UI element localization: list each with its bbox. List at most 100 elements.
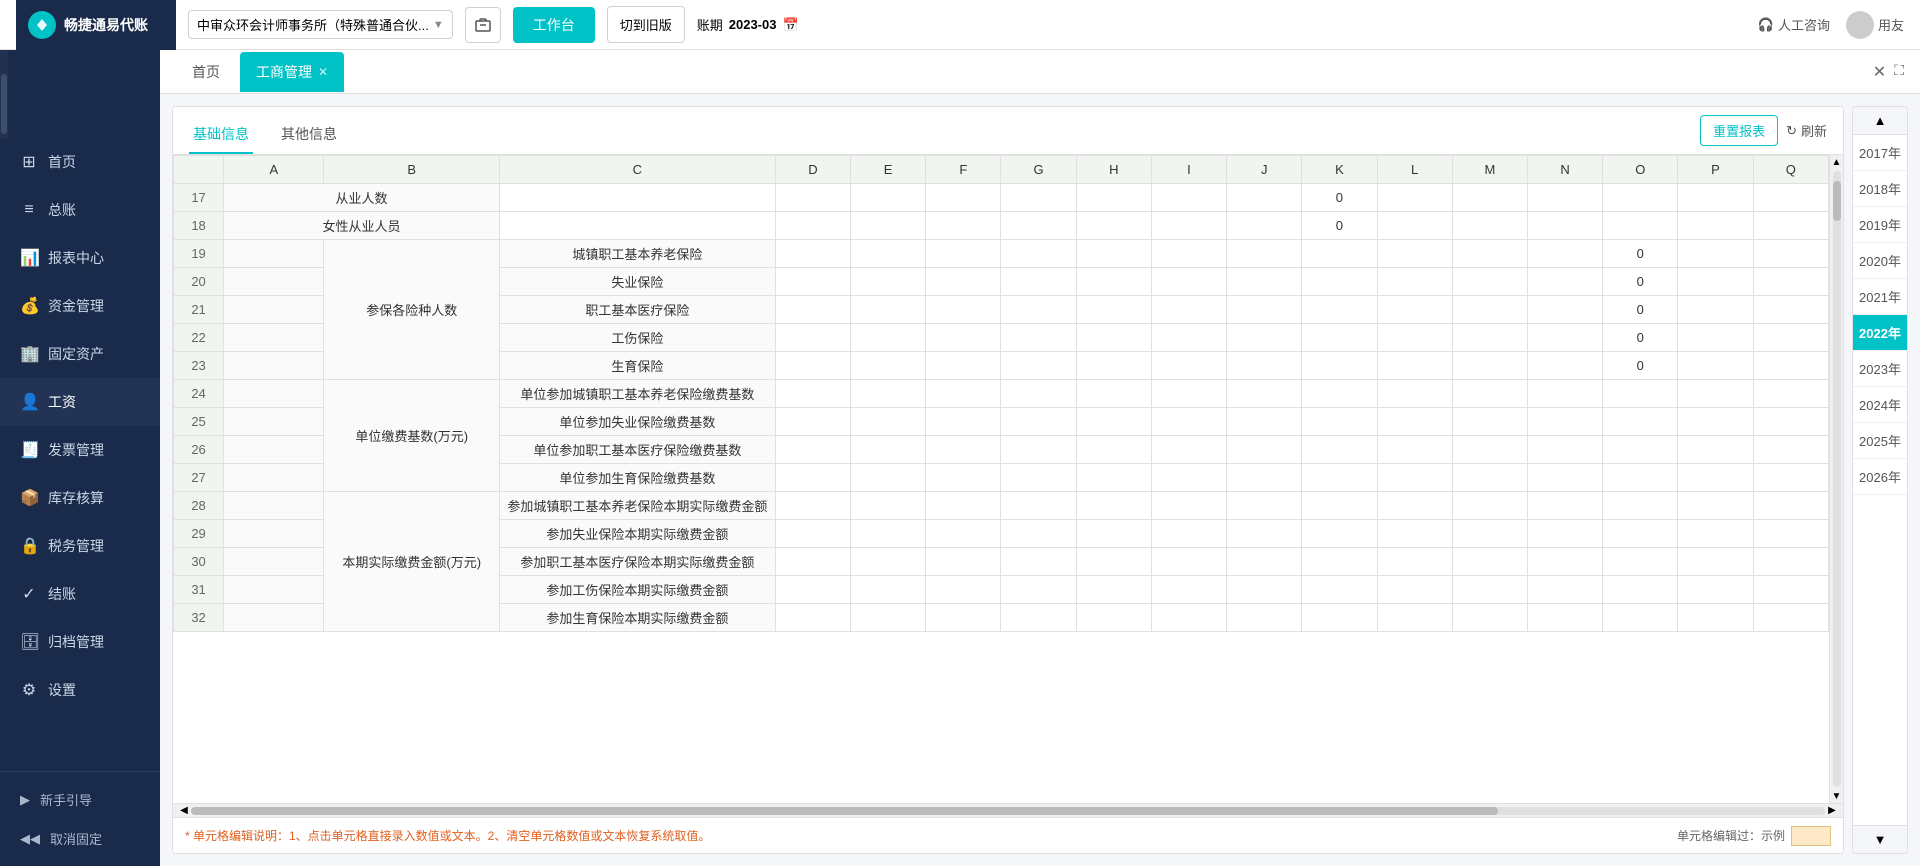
new-guide-button[interactable]: ▶ 新手引导	[0, 780, 160, 819]
year-scroll-up[interactable]: ▲	[1853, 107, 1907, 135]
cell-17-c[interactable]	[499, 184, 775, 212]
spreadsheet-container[interactable]: A B C D E F G H I J	[173, 155, 1829, 803]
cell-17-j[interactable]	[1227, 184, 1302, 212]
cell-19-a[interactable]	[224, 240, 324, 268]
cell-17-g[interactable]	[1001, 184, 1076, 212]
cell-17-ab[interactable]: 从业人数	[224, 184, 500, 212]
reset-report-button[interactable]: 重置报表	[1700, 115, 1778, 146]
user-button[interactable]: 用友	[1846, 11, 1904, 39]
scroll-left-arrow[interactable]: ◀	[177, 804, 191, 818]
cell-28-32-b[interactable]: 本期实际缴费金额(万元)	[324, 492, 500, 632]
cell-18-ab[interactable]: 女性从业人员	[224, 212, 500, 240]
cell-19-n[interactable]	[1527, 240, 1602, 268]
horizontal-scrollbar[interactable]: ◀ ▶	[173, 803, 1843, 817]
year-item-2026[interactable]: 2026年	[1853, 459, 1907, 495]
cell-19-p[interactable]	[1678, 240, 1753, 268]
cell-19-i[interactable]	[1151, 240, 1226, 268]
cell-18-g[interactable]	[1001, 212, 1076, 240]
cell-18-h[interactable]	[1076, 212, 1151, 240]
cell-17-o[interactable]	[1603, 184, 1678, 212]
service-button[interactable]: 🎧 人工咨询	[1758, 15, 1830, 34]
cell-19-k[interactable]	[1302, 240, 1377, 268]
cell-17-n[interactable]	[1527, 184, 1602, 212]
sub-tab-other-info[interactable]: 其他信息	[277, 116, 341, 154]
cell-19-m[interactable]	[1452, 240, 1527, 268]
cell-20-a[interactable]	[224, 268, 324, 296]
h-scroll-track[interactable]	[191, 807, 1825, 815]
close-window-icon[interactable]: ✕	[1873, 62, 1886, 82]
old-version-button[interactable]: 切到旧版	[607, 6, 685, 43]
cell-17-f[interactable]	[926, 184, 1001, 212]
cell-18-n[interactable]	[1527, 212, 1602, 240]
cell-17-m[interactable]	[1452, 184, 1527, 212]
sidebar-item-fund-management[interactable]: 💰 资金管理	[0, 282, 160, 330]
scroll-up-arrow[interactable]: ▲	[1830, 155, 1844, 169]
sidebar-item-closing[interactable]: ✓ 结账	[0, 570, 160, 618]
v-scroll-thumb[interactable]	[1833, 181, 1841, 221]
cell-20-c[interactable]: 失业保险	[499, 268, 775, 296]
sidebar-item-tax[interactable]: 🔒 税务管理	[0, 522, 160, 570]
cell-18-q[interactable]	[1753, 212, 1828, 240]
sidebar-item-invoice[interactable]: 🧾 发票管理	[0, 426, 160, 474]
sidebar-item-archive[interactable]: 🗄 归档管理	[0, 618, 160, 666]
cell-19-23-b[interactable]: 参保各险种人数	[324, 240, 500, 380]
tab-home[interactable]: 首页	[176, 52, 236, 92]
cell-17-i[interactable]	[1151, 184, 1226, 212]
sidebar-item-report-center[interactable]: 📊 报表中心	[0, 234, 160, 282]
cell-18-f[interactable]	[926, 212, 1001, 240]
sub-tab-basic-info[interactable]: 基础信息	[189, 116, 253, 154]
cell-19-e[interactable]	[851, 240, 926, 268]
scroll-right-arrow[interactable]: ▶	[1825, 804, 1839, 818]
vertical-scrollbar[interactable]: ▲ ▼	[1829, 155, 1843, 803]
tab-close-icon[interactable]: ✕	[318, 65, 328, 79]
year-item-2020[interactable]: 2020年	[1853, 243, 1907, 279]
scroll-down-arrow[interactable]: ▼	[1830, 789, 1844, 803]
workbench-button[interactable]: 工作台	[513, 7, 595, 43]
tab-business-management[interactable]: 工商管理 ✕	[240, 52, 344, 92]
year-item-2024[interactable]: 2024年	[1853, 387, 1907, 423]
sidebar-item-fixed-assets[interactable]: 🏢 固定资产	[0, 330, 160, 378]
sidebar-item-inventory[interactable]: 📦 库存核算	[0, 474, 160, 522]
cell-18-i[interactable]	[1151, 212, 1226, 240]
year-item-2018[interactable]: 2018年	[1853, 171, 1907, 207]
year-scroll-down[interactable]: ▼	[1853, 825, 1907, 853]
year-item-2022[interactable]: 2022年	[1853, 315, 1907, 351]
v-scroll-track[interactable]	[1833, 171, 1841, 787]
cell-19-c[interactable]: 城镇职工基本养老保险	[499, 240, 775, 268]
cell-18-j[interactable]	[1227, 212, 1302, 240]
cell-17-k[interactable]: 0	[1302, 184, 1377, 212]
cell-24-27-b[interactable]: 单位缴费基数(万元)	[324, 380, 500, 492]
cell-17-d[interactable]	[775, 184, 850, 212]
cell-19-o[interactable]: 0	[1603, 240, 1678, 268]
cell-19-d[interactable]	[775, 240, 850, 268]
sidebar-item-settings[interactable]: ⚙ 设置	[0, 666, 160, 714]
cell-18-o[interactable]	[1603, 212, 1678, 240]
cell-18-p[interactable]	[1678, 212, 1753, 240]
cell-19-j[interactable]	[1227, 240, 1302, 268]
cell-17-h[interactable]	[1076, 184, 1151, 212]
year-item-2023[interactable]: 2023年	[1853, 351, 1907, 387]
archive-button[interactable]	[465, 7, 501, 43]
cell-18-c[interactable]	[499, 212, 775, 240]
company-selector[interactable]: 中审众环会计师事务所（特殊普通合伙... ▼	[188, 10, 453, 39]
cell-17-q[interactable]	[1753, 184, 1828, 212]
sidebar-item-salary[interactable]: 👤 工资	[0, 378, 160, 426]
cell-18-m[interactable]	[1452, 212, 1527, 240]
cell-19-f[interactable]	[926, 240, 1001, 268]
cell-18-l[interactable]	[1377, 212, 1452, 240]
year-item-2017[interactable]: 2017年	[1853, 135, 1907, 171]
cell-17-p[interactable]	[1678, 184, 1753, 212]
maximize-icon[interactable]: ⛶	[1894, 62, 1904, 82]
cell-18-k[interactable]: 0	[1302, 212, 1377, 240]
unpin-button[interactable]: ◀◀ 取消固定	[0, 819, 160, 858]
calendar-icon[interactable]: 📅	[782, 17, 798, 33]
sidebar-item-home[interactable]: ⊞ 首页	[0, 138, 160, 186]
cell-19-h[interactable]	[1076, 240, 1151, 268]
refresh-button[interactable]: ↻ 刷新	[1786, 115, 1827, 146]
year-item-2019[interactable]: 2019年	[1853, 207, 1907, 243]
cell-19-q[interactable]	[1753, 240, 1828, 268]
cell-17-e[interactable]	[851, 184, 926, 212]
cell-17-l[interactable]	[1377, 184, 1452, 212]
h-scroll-thumb[interactable]	[191, 807, 1498, 815]
cell-18-e[interactable]	[851, 212, 926, 240]
